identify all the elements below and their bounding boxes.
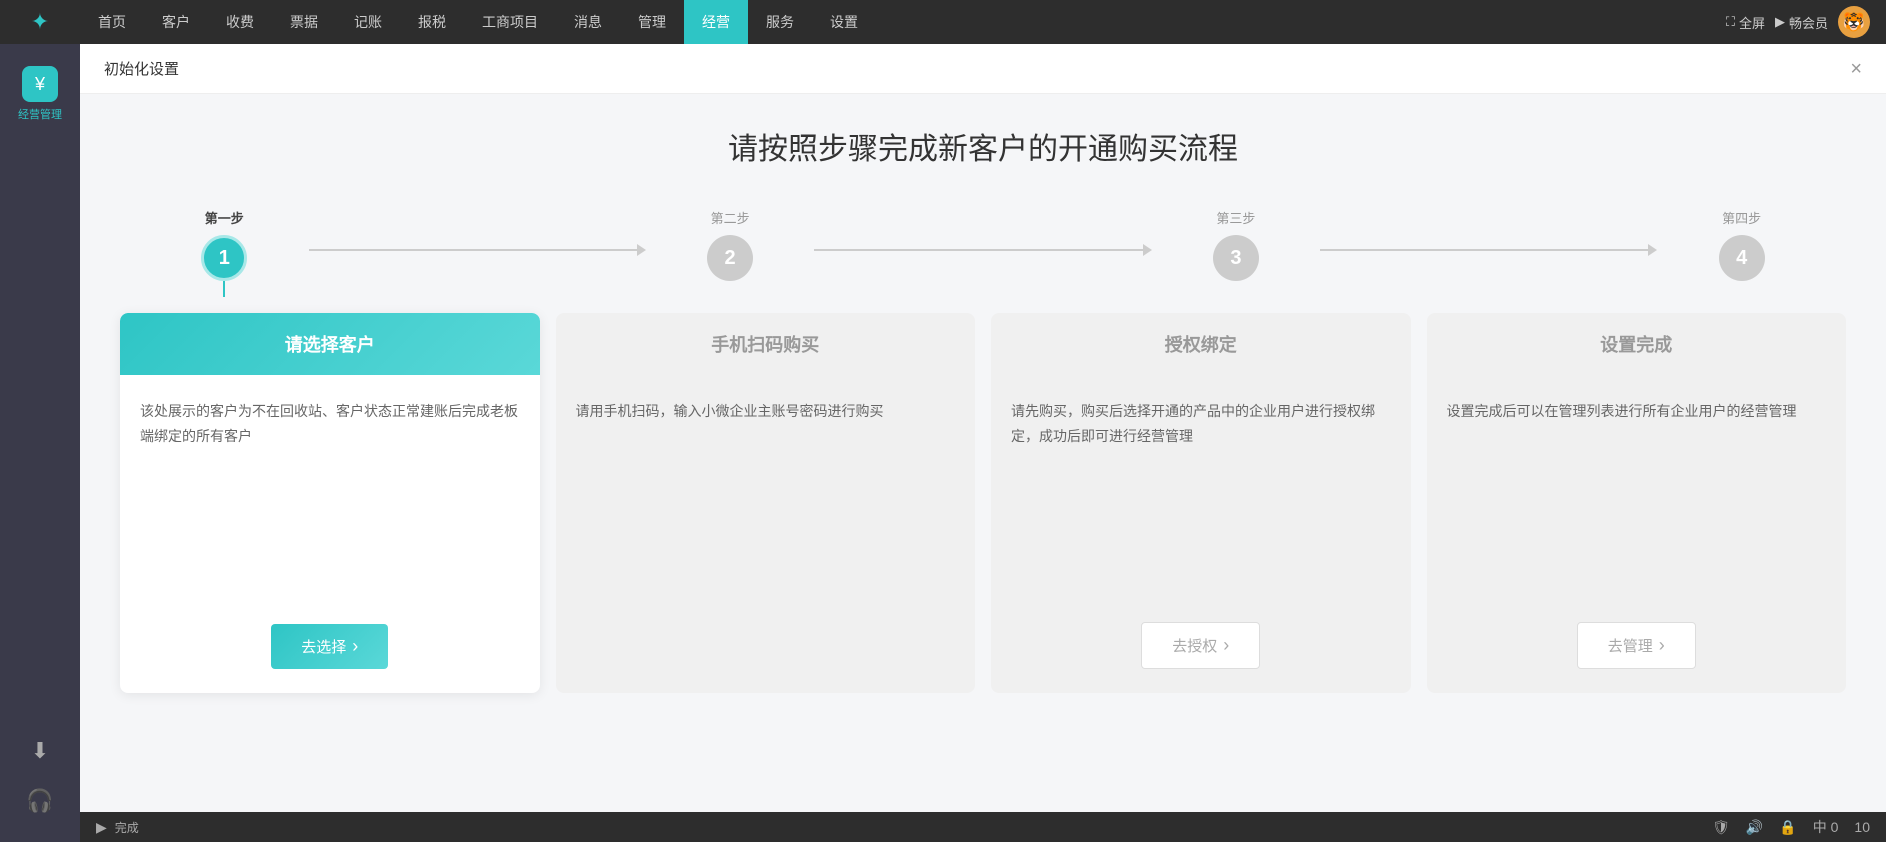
nav-item-bill[interactable]: 票据 — [272, 0, 336, 44]
step-card-1: 请选择客户 该处展示的客户为不在回收站、客户状态正常建账后完成老板端绑定的所有客… — [120, 313, 540, 693]
card-body-2: 请用手机扫码，输入小微企业主账号密码进行购买 — [556, 375, 976, 653]
time-icon: 10 — [1854, 819, 1870, 835]
operation-icon: ¥ — [22, 66, 58, 102]
lock-icon[interactable]: 🔒 — [1779, 819, 1796, 836]
avatar[interactable]: 🐯 — [1838, 6, 1870, 38]
step-card-3: 授权绑定 请先购买，购买后选择开通的产品中的企业用户进行授权绑定，成功后即可进行… — [991, 313, 1411, 693]
card-footer-3: 去授权 › — [991, 606, 1411, 693]
go-auth-button[interactable]: 去授权 › — [1141, 622, 1260, 669]
sidebar-bottom: ⬇ 🎧 — [18, 730, 61, 842]
step-line-down-1 — [223, 281, 225, 297]
nav-item-operation[interactable]: 经营 — [684, 0, 748, 44]
logo-icon: ✦ — [31, 9, 49, 35]
headset-icon[interactable]: 🎧 — [18, 780, 61, 822]
status-done-label: 完成 — [115, 819, 139, 836]
page-title: 初始化设置 — [104, 58, 179, 79]
card-header-2: 手机扫码购买 — [556, 313, 976, 375]
volume-icon[interactable]: 🔊 — [1746, 819, 1763, 836]
card-body-3: 请先购买，购买后选择开通的产品中的企业用户进行授权绑定，成功后即可进行经营管理 — [991, 375, 1411, 606]
nav-item-fee[interactable]: 收费 — [208, 0, 272, 44]
step-card-2: 手机扫码购买 请用手机扫码，输入小微企业主账号密码进行购买 — [556, 313, 976, 693]
nav-item-message[interactable]: 消息 — [556, 0, 620, 44]
nav-item-home[interactable]: 首页 — [80, 0, 144, 44]
card-footer-1: 去选择 › — [120, 608, 540, 693]
step-node-1: 第一步 1 — [140, 208, 309, 297]
sidebar-item-operation[interactable]: ¥ 经营管理 — [0, 54, 80, 134]
nav-item-customer[interactable]: 客户 — [144, 0, 208, 44]
step-card-4: 设置完成 设置完成后可以在管理列表进行所有企业用户的经营管理 去管理 › — [1427, 313, 1847, 693]
connector-2-3 — [814, 244, 1151, 256]
card-header-1: 请选择客户 — [120, 313, 540, 375]
card-body-4: 设置完成后可以在管理列表进行所有企业用户的经营管理 — [1427, 375, 1847, 606]
nav-item-account[interactable]: 记账 — [336, 0, 400, 44]
card-footer-2 — [556, 653, 976, 693]
go-select-button[interactable]: 去选择 › — [271, 624, 388, 669]
close-button[interactable]: × — [1850, 59, 1862, 79]
nav-item-business[interactable]: 工商项目 — [464, 0, 556, 44]
steps-row: 第一步 1 第二步 2 — [120, 208, 1846, 297]
arrow-icon-4: › — [1659, 635, 1665, 656]
fullscreen-icon: ⛶ — [1726, 14, 1735, 30]
nav-item-service[interactable]: 服务 — [748, 0, 812, 44]
sidebar: ¥ 经营管理 ⬇ 🎧 — [0, 44, 80, 842]
step-circle-4: 4 — [1719, 235, 1765, 281]
status-bar-right: 🛡 🔊 🔒 中 0 10 — [1712, 817, 1870, 837]
cards-row: 请选择客户 该处展示的客户为不在回收站、客户状态正常建账后完成老板端绑定的所有客… — [120, 313, 1846, 693]
step-node-2: 第二步 2 — [646, 208, 815, 281]
nav-items: 首页 客户 收费 票据 记账 报税 工商项目 消息 管理 经营 服务 设置 — [80, 0, 1726, 44]
arrow-icon-1: › — [352, 636, 358, 657]
step-circle-2: 2 — [707, 235, 753, 281]
nav-item-settings[interactable]: 设置 — [812, 0, 876, 44]
step-label-1: 第一步 — [205, 208, 244, 227]
card-header-4: 设置完成 — [1427, 313, 1847, 375]
nav-right: ⛶ 全屏 ▶ 畅会员 🐯 — [1726, 6, 1886, 38]
card-body-1: 该处展示的客户为不在回收站、客户状态正常建账后完成老板端绑定的所有客户 — [120, 375, 540, 608]
vip-icon: ▶ — [1775, 14, 1785, 30]
top-nav: ✦ 首页 客户 收费 票据 记账 报税 工商项目 消息 管理 经营 服务 设置 … — [0, 0, 1886, 44]
go-manage-button[interactable]: 去管理 › — [1577, 622, 1696, 669]
status-bar: ▶ 完成 🛡 🔊 🔒 中 0 10 — [80, 812, 1886, 842]
step-node-4: 第四步 4 — [1657, 208, 1826, 281]
step-circle-1: 1 — [201, 235, 247, 281]
arrow-icon-3: › — [1223, 635, 1229, 656]
step-label-3: 第三步 — [1216, 208, 1255, 227]
step-label-4: 第四步 — [1722, 208, 1761, 227]
page-header: 初始化设置 × — [80, 44, 1886, 94]
play-icon: ▶ — [96, 819, 107, 836]
download-icon[interactable]: ⬇ — [23, 730, 57, 772]
layout: ¥ 经营管理 ⬇ 🎧 初始化设置 × 请按照步骤完成新客户的开通购买流程 第一步 — [0, 44, 1886, 842]
fullscreen-button[interactable]: ⛶ 全屏 — [1726, 13, 1765, 32]
nav-item-tax[interactable]: 报税 — [400, 0, 464, 44]
content-area: 请按照步骤完成新客户的开通购买流程 第一步 1 — [80, 94, 1886, 812]
main-content: 初始化设置 × 请按照步骤完成新客户的开通购买流程 第一步 1 — [80, 44, 1886, 842]
step-circle-3: 3 — [1213, 235, 1259, 281]
nav-item-manage[interactable]: 管理 — [620, 0, 684, 44]
card-footer-4: 去管理 › — [1427, 606, 1847, 693]
card-header-3: 授权绑定 — [991, 313, 1411, 375]
connector-1-2 — [309, 244, 646, 256]
main-heading: 请按照步骤完成新客户的开通购买流程 — [120, 124, 1846, 168]
connector-3-4 — [1320, 244, 1657, 256]
input-method-icon[interactable]: 中 0 — [1813, 817, 1839, 837]
vip-button[interactable]: ▶ 畅会员 — [1775, 13, 1828, 32]
step-label-2: 第二步 — [711, 208, 750, 227]
step-node-3: 第三步 3 — [1152, 208, 1321, 281]
shield-icon[interactable]: 🛡 — [1712, 819, 1730, 836]
